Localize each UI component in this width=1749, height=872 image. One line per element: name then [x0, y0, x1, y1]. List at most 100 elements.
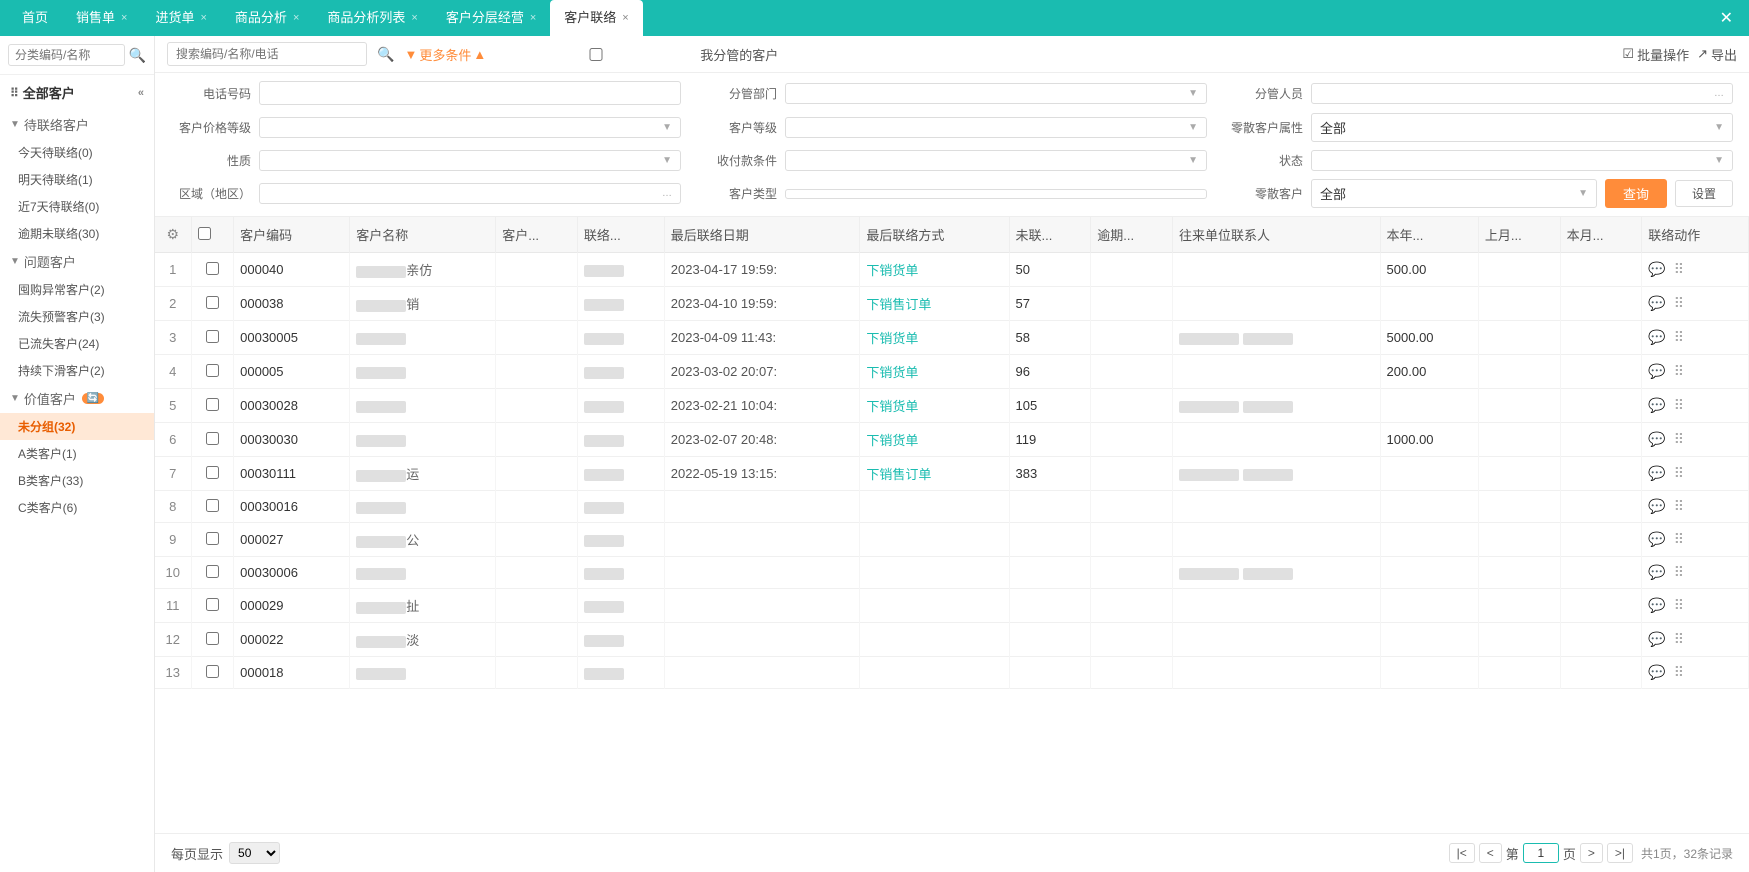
grid-action-icon[interactable]: ⠿ — [1674, 431, 1684, 448]
sidebar-item-declining[interactable]: 持续下滑客户(2) — [0, 357, 154, 384]
reset-button[interactable]: 设置 — [1675, 180, 1733, 207]
grid-action-icon[interactable]: ⠿ — [1674, 531, 1684, 548]
tab-analysis-close[interactable]: × — [293, 0, 299, 36]
row-checkbox-cell[interactable] — [191, 355, 234, 389]
row-checkbox[interactable] — [206, 565, 219, 578]
price-level-select[interactable]: ▼ — [259, 117, 681, 138]
grid-action-icon[interactable]: ⠿ — [1674, 564, 1684, 581]
row-checkbox[interactable] — [206, 364, 219, 377]
sidebar-group-pending-title[interactable]: ▼ 待联络客户 — [0, 110, 154, 139]
grid-action-icon[interactable]: ⠿ — [1674, 329, 1684, 346]
last-method-link[interactable]: 下销售订单 — [866, 467, 931, 482]
last-method-link[interactable]: 下销货单 — [866, 263, 918, 278]
region-select[interactable]: … — [259, 183, 681, 204]
grid-action-icon[interactable]: ⠿ — [1674, 261, 1684, 278]
row-checkbox[interactable] — [206, 296, 219, 309]
window-close-button[interactable]: ✕ — [1712, 8, 1741, 28]
chat-icon[interactable]: 💬 — [1648, 261, 1665, 278]
sidebar-item-type-a[interactable]: A类客户(1) — [0, 440, 154, 467]
sidebar-item-ungroup[interactable]: 未分组(32) — [0, 413, 154, 440]
row-actions[interactable]: 💬 ⠿ — [1642, 253, 1749, 287]
grid-action-icon[interactable]: ⠿ — [1674, 295, 1684, 312]
row-last-method[interactable]: 下销售订单 — [860, 287, 1009, 321]
row-actions[interactable]: 💬 ⠿ — [1642, 287, 1749, 321]
row-actions[interactable]: 💬 ⠿ — [1642, 389, 1749, 423]
chat-icon[interactable]: 💬 — [1648, 564, 1665, 581]
nature-select[interactable]: ▼ — [259, 150, 681, 171]
query-button[interactable]: 查询 — [1605, 179, 1667, 208]
next-page-button[interactable]: > — [1580, 843, 1603, 863]
gear-icon[interactable]: ⚙ — [166, 226, 179, 243]
row-checkbox-cell[interactable] — [191, 287, 234, 321]
chat-icon[interactable]: 💬 — [1648, 465, 1665, 482]
sidebar-item-type-b[interactable]: B类客户(33) — [0, 467, 154, 494]
tab-customer-mgmt[interactable]: 客户分层经营 × — [432, 0, 550, 36]
batch-operation-button[interactable]: ☑ 批量操作 — [1622, 45, 1689, 64]
tab-sales-close[interactable]: × — [121, 0, 127, 36]
customer-level-select[interactable]: ▼ — [785, 117, 1207, 138]
chat-icon[interactable]: 💬 — [1648, 597, 1665, 614]
sidebar-item-tomorrow[interactable]: 明天待联络(1) — [0, 166, 154, 193]
sidebar-all-customers[interactable]: ⠿ 全部客户 « — [0, 75, 154, 110]
row-checkbox-cell[interactable] — [191, 389, 234, 423]
chat-icon[interactable]: 💬 — [1648, 431, 1665, 448]
grid-action-icon[interactable]: ⠿ — [1674, 664, 1684, 681]
sidebar-item-type-c[interactable]: C类客户(6) — [0, 494, 154, 521]
zero-attr-select[interactable]: 全部 ▼ — [1311, 113, 1733, 142]
sidebar-search-input[interactable] — [8, 44, 125, 66]
row-checkbox-cell[interactable] — [191, 457, 234, 491]
chat-icon[interactable]: 💬 — [1648, 664, 1665, 681]
row-checkbox-cell[interactable] — [191, 557, 234, 589]
grid-action-icon[interactable]: ⠿ — [1674, 597, 1684, 614]
sidebar-item-churn-warning[interactable]: 流失预警客户(3) — [0, 303, 154, 330]
sidebar-item-7days[interactable]: 近7天待联络(0) — [0, 193, 154, 220]
last-method-link[interactable]: 下销货单 — [866, 365, 918, 380]
sidebar-item-hoarding-abnormal[interactable]: 囤购异常客户(2) — [0, 276, 154, 303]
tab-purchase-close[interactable]: × — [200, 0, 206, 36]
tab-customer-mgmt-close[interactable]: × — [530, 0, 536, 36]
row-actions[interactable]: 💬 ⠿ — [1642, 457, 1749, 491]
row-last-method[interactable]: 下销货单 — [860, 321, 1009, 355]
grid-action-icon[interactable]: ⠿ — [1674, 397, 1684, 414]
row-last-method[interactable] — [860, 491, 1009, 523]
tab-customer-contact[interactable]: 客户联络 × — [550, 0, 642, 36]
row-last-method[interactable] — [860, 589, 1009, 623]
last-method-link[interactable]: 下销货单 — [866, 331, 918, 346]
sidebar-item-today[interactable]: 今天待联络(0) — [0, 139, 154, 166]
manager-select[interactable]: … — [1311, 83, 1733, 104]
grid-action-icon[interactable]: ⠿ — [1674, 498, 1684, 515]
zero-customer-select[interactable]: 全部 ▼ — [1311, 179, 1597, 208]
row-checkbox-cell[interactable] — [191, 423, 234, 457]
row-actions[interactable]: 💬 ⠿ — [1642, 623, 1749, 657]
grid-action-icon[interactable]: ⠿ — [1674, 465, 1684, 482]
grid-action-icon[interactable]: ⠿ — [1674, 631, 1684, 648]
row-checkbox[interactable] — [206, 466, 219, 479]
row-last-method[interactable]: 下销货单 — [860, 355, 1009, 389]
prev-page-button[interactable]: < — [1479, 843, 1502, 863]
my-customers-checkbox[interactable] — [496, 48, 696, 61]
chat-icon[interactable]: 💬 — [1648, 363, 1665, 380]
my-customers-checkbox-label[interactable]: 我分管的客户 — [496, 45, 778, 64]
chat-icon[interactable]: 💬 — [1648, 531, 1665, 548]
sidebar-item-overdue[interactable]: 逾期未联络(30) — [0, 220, 154, 247]
row-last-method[interactable] — [860, 523, 1009, 557]
row-checkbox[interactable] — [206, 632, 219, 645]
tab-purchase[interactable]: 进货单 × — [141, 0, 220, 36]
search-button[interactable]: 🔍 — [377, 46, 394, 63]
more-conditions-button[interactable]: ▼ 更多条件 ▲ — [404, 45, 486, 64]
sidebar-collapse-icon[interactable]: « — [138, 87, 144, 99]
chat-icon[interactable]: 💬 — [1648, 631, 1665, 648]
first-page-button[interactable]: |< — [1449, 843, 1475, 863]
row-checkbox[interactable] — [206, 330, 219, 343]
row-checkbox[interactable] — [206, 432, 219, 445]
row-checkbox-cell[interactable] — [191, 657, 234, 689]
row-last-method[interactable] — [860, 657, 1009, 689]
row-checkbox-cell[interactable] — [191, 253, 234, 287]
row-last-method[interactable] — [860, 623, 1009, 657]
row-checkbox-cell[interactable] — [191, 589, 234, 623]
last-page-button[interactable]: >| — [1607, 843, 1633, 863]
row-last-method[interactable]: 下销售订单 — [860, 457, 1009, 491]
row-checkbox[interactable] — [206, 398, 219, 411]
tab-analysis[interactable]: 商品分析 × — [221, 0, 313, 36]
row-actions[interactable]: 💬 ⠿ — [1642, 423, 1749, 457]
